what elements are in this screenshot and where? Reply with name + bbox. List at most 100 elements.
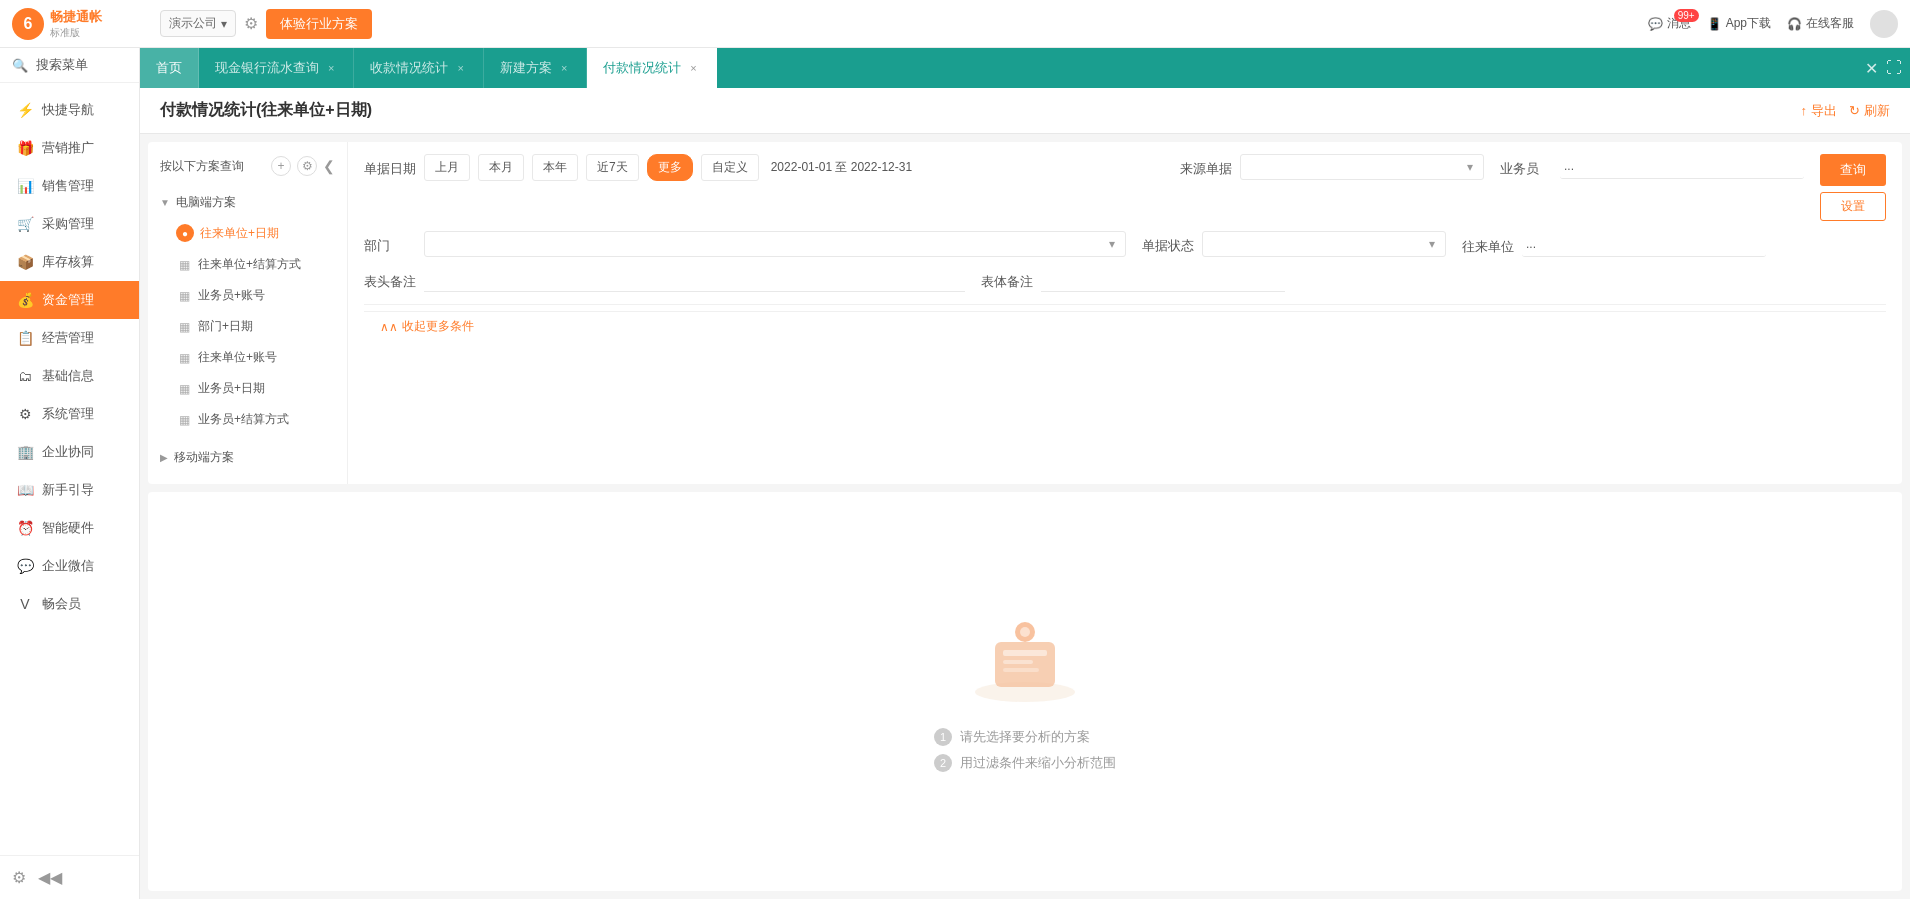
collapse-button[interactable]: ∧∧ 收起更多条件	[364, 311, 1886, 341]
sidebar-item-quick-nav[interactable]: ⚡ 快捷导航	[0, 91, 139, 129]
salesperson-input[interactable]: ...	[1560, 154, 1804, 179]
wechat-label: 企业微信	[42, 557, 94, 575]
sidebar-item-member[interactable]: V 畅会员	[0, 585, 139, 623]
empty-tips: 1 请先选择要分析的方案 2 用过滤条件来缩小分析范围	[934, 728, 1116, 772]
note-body-col: 表体备注	[965, 267, 1285, 292]
scheme-collapse-button[interactable]: ❮	[323, 158, 335, 174]
date-btn-this-month[interactable]: 本月	[478, 154, 524, 181]
date-btn-7days[interactable]: 近7天	[586, 154, 639, 181]
company-selector[interactable]: 演示公司 ▾	[160, 10, 236, 37]
sidebar-item-sales[interactable]: 📊 销售管理	[0, 167, 139, 205]
tab-expand-icon[interactable]: ⛶	[1886, 59, 1902, 77]
date-range-display: 2022-01-01 至 2022-12-31	[771, 159, 912, 176]
tab-cash-bank-close[interactable]: ×	[325, 61, 337, 75]
sidebar-item-inventory[interactable]: 📦 库存核算	[0, 243, 139, 281]
dept-select[interactable]: ▾	[424, 231, 1126, 257]
settings-bottom-icon[interactable]: ⚙	[12, 868, 26, 887]
tab-receipt-stats-close[interactable]: ×	[454, 61, 466, 75]
sidebar-item-system[interactable]: ⚙ 系统管理	[0, 395, 139, 433]
tab-cash-bank[interactable]: 现金银行流水查询 ×	[199, 48, 354, 88]
salesperson-label: 业务员	[1500, 154, 1560, 178]
scheme-item-6[interactable]: ▦ 业务员+结算方式	[148, 404, 347, 435]
inventory-label: 库存核算	[42, 253, 94, 271]
try-industry-button[interactable]: 体验行业方案	[266, 9, 372, 39]
sidebar-item-operations[interactable]: 📋 经营管理	[0, 319, 139, 357]
scheme-item-3[interactable]: ▦ 部门+日期	[148, 311, 347, 342]
sidebar-item-newbie[interactable]: 📖 新手引导	[0, 471, 139, 509]
scheme-item-1[interactable]: ▦ 往来单位+结算方式	[148, 249, 347, 280]
doc-status-select[interactable]: ▾	[1202, 231, 1446, 257]
purchase-label: 采购管理	[42, 215, 94, 233]
pc-scheme-group: ▼ 电脑端方案 ● 往来单位+日期 ▦ 往来单位+结算方式 ▦ 业务员+账号	[148, 184, 347, 439]
mobile-scheme-group-title[interactable]: ▶ 移动端方案	[148, 443, 347, 472]
tab-payment-stats[interactable]: 付款情况统计 ×	[587, 48, 716, 88]
sidebar-item-purchase[interactable]: 🛒 采购管理	[0, 205, 139, 243]
sidebar-item-smart-hw[interactable]: ⏰ 智能硬件	[0, 509, 139, 547]
sidebar-item-enterprise[interactable]: 🏢 企业协同	[0, 433, 139, 471]
scheme-item-5[interactable]: ▦ 业务员+日期	[148, 373, 347, 404]
date-btn-custom[interactable]: 自定义	[701, 154, 759, 181]
tab-cash-bank-label: 现金银行流水查询	[215, 59, 319, 77]
messages-item[interactable]: 💬 消息 99+	[1648, 15, 1691, 32]
tab-receipt-stats[interactable]: 收款情况统计 ×	[354, 48, 483, 88]
tab-home[interactable]: 首页	[140, 48, 199, 88]
collapse-sidebar-icon[interactable]: ◀◀	[38, 868, 62, 887]
tab-payment-stats-label: 付款情况统计	[603, 59, 681, 77]
sidebar-item-wechat[interactable]: 💬 企业微信	[0, 547, 139, 585]
tab-new-scheme-label: 新建方案	[500, 59, 552, 77]
avatar[interactable]	[1870, 10, 1898, 38]
scheme-item-0[interactable]: ● 往来单位+日期	[148, 217, 347, 249]
online-service-item[interactable]: 🎧 在线客服	[1787, 15, 1854, 32]
scheme-label-2: 业务员+账号	[198, 287, 265, 304]
add-scheme-button[interactable]: +	[271, 156, 291, 176]
tab-bar-right: ✕ ⛶	[1857, 48, 1910, 88]
scheme-item-2[interactable]: ▦ 业务员+账号	[148, 280, 347, 311]
note-body-label: 表体备注	[981, 267, 1041, 291]
page-title: 付款情况统计(往来单位+日期)	[160, 100, 372, 121]
quick-nav-icon: ⚡	[16, 101, 34, 119]
partner-input[interactable]: ...	[1522, 232, 1766, 257]
scheme-settings-button[interactable]: ⚙	[297, 156, 317, 176]
sidebar-item-marketing[interactable]: 🎁 营销推广	[0, 129, 139, 167]
purchase-icon: 🛒	[16, 215, 34, 233]
refresh-button[interactable]: ↻ 刷新	[1849, 102, 1890, 120]
tab-new-scheme[interactable]: 新建方案 ×	[484, 48, 587, 88]
tab-new-scheme-close[interactable]: ×	[558, 61, 570, 75]
app-download-item[interactable]: 📱 App下载	[1707, 15, 1771, 32]
note-body-input[interactable]	[1041, 267, 1285, 292]
filter-row-date: 单据日期 上月 本月 本年 近7天 更多 自定义 2022-01-01 至 20…	[364, 154, 1164, 181]
source-select[interactable]: ▾	[1240, 154, 1484, 180]
date-btn-more[interactable]: 更多	[647, 154, 693, 181]
filter-settings-button[interactable]: 设置	[1820, 192, 1886, 221]
scheme-panel: 按以下方案查询 + ⚙ ❮ ▼ 电脑端方案 ● 往来单位+日期	[148, 142, 348, 484]
top-bar-right: 💬 消息 99+ 📱 App下载 🎧 在线客服	[1648, 10, 1898, 38]
scheme-item-4[interactable]: ▦ 往来单位+账号	[148, 342, 347, 373]
date-btn-last-month[interactable]: 上月	[424, 154, 470, 181]
scheme-label-6: 业务员+结算方式	[198, 411, 289, 428]
service-icon: 🎧	[1787, 17, 1802, 31]
sidebar-item-basic-info[interactable]: 🗂 基础信息	[0, 357, 139, 395]
tab-close-all-icon[interactable]: ✕	[1865, 59, 1878, 78]
date-label: 单据日期	[364, 154, 424, 178]
app-download-label: App下载	[1726, 15, 1771, 32]
note-head-input[interactable]	[424, 267, 965, 292]
tip-num-1: 1	[934, 728, 952, 746]
query-button[interactable]: 查询	[1820, 154, 1886, 186]
pc-scheme-group-title[interactable]: ▼ 电脑端方案	[148, 188, 347, 217]
enterprise-icon: 🏢	[16, 443, 34, 461]
export-button[interactable]: ↑ 导出	[1801, 102, 1838, 120]
scheme-active-dot: ●	[176, 224, 194, 242]
wechat-icon: 💬	[16, 557, 34, 575]
doc-status-label: 单据状态	[1142, 231, 1202, 255]
search-icon: 🔍	[12, 58, 28, 73]
gear-icon-topbar[interactable]: ⚙	[244, 14, 258, 33]
sidebar-item-capital[interactable]: 💰 资金管理	[0, 281, 139, 319]
scheme-icon-5: ▦	[176, 381, 192, 397]
source-label: 来源单据	[1180, 154, 1240, 178]
svg-rect-1	[995, 642, 1055, 687]
tab-payment-stats-close[interactable]: ×	[687, 61, 699, 75]
mobile-group-label: 移动端方案	[174, 449, 234, 466]
sidebar-search[interactable]: 🔍 搜索菜单	[0, 48, 139, 83]
date-btn-this-year[interactable]: 本年	[532, 154, 578, 181]
note-head-label: 表头备注	[364, 267, 424, 291]
